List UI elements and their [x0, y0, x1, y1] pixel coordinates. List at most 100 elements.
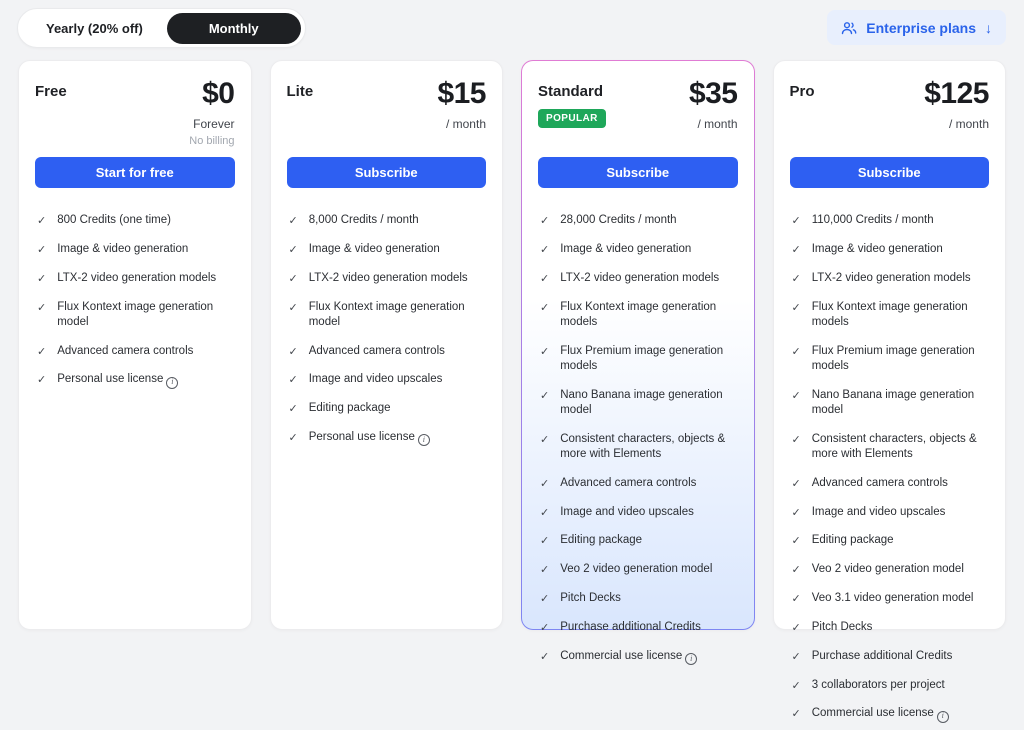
feature-item: ✓ Advanced camera controls: [35, 338, 235, 367]
feature-item: ✓ 8,000 Credits / month: [287, 207, 487, 236]
check-icon: ✓: [540, 243, 550, 256]
feature-item: ✓ Advanced camera controls: [538, 470, 738, 499]
feature-item: ✓ Purchase additional Credits: [790, 643, 990, 672]
feature-item: ✓ 110,000 Credits / month: [790, 207, 990, 236]
toggle-yearly[interactable]: Yearly (20% off): [22, 13, 167, 44]
feature-item: ✓ Flux Premium image generation models: [538, 338, 738, 382]
check-icon: ✓: [540, 389, 550, 402]
info-icon[interactable]: i: [685, 653, 698, 666]
plan-card: Lite $15 / month Subscribe ✓ 8,000 Credi…: [269, 60, 503, 630]
feature-item: ✓ Image and video upscales: [538, 499, 738, 528]
plan-price-block: $15 / month: [437, 77, 486, 157]
feature-text: Image & video generation: [308, 242, 440, 255]
plan-subnote: No billing: [189, 135, 235, 147]
plan-period: / month: [697, 117, 738, 131]
feature-item: ✓ Veo 2 video generation model: [790, 556, 990, 585]
billing-period-toggle: Yearly (20% off) Monthly: [17, 8, 306, 48]
check-icon: ✓: [540, 301, 550, 314]
plan-price: $15: [437, 77, 486, 110]
feature-list: ✓ 110,000 Credits / month ✓ Image & vide…: [790, 207, 990, 730]
enterprise-plans-button[interactable]: Enterprise plans ↓: [827, 10, 1006, 45]
feature-item: ✓ Image & video generation: [538, 236, 738, 265]
feature-item: ✓ Flux Kontext image generation models: [538, 294, 738, 338]
feature-item: ✓ Image & video generation: [287, 236, 487, 265]
check-icon: ✓: [288, 272, 298, 285]
check-icon: ✓: [540, 506, 550, 519]
info-icon[interactable]: i: [166, 376, 179, 389]
plan-card: Pro $125 / month Subscribe ✓ 110,000 Cre…: [772, 60, 1006, 723]
arrow-down-icon: ↓: [985, 19, 992, 36]
plan-header: Pro $125 / month: [790, 77, 990, 157]
feature-text: Image and video upscales: [811, 505, 946, 518]
feature-text: Consistent characters, objects & more wi…: [811, 432, 977, 461]
feature-item: ✓ Flux Premium image generation models: [790, 338, 990, 382]
feature-text: Nano Banana image generation model: [811, 388, 975, 417]
feature-item: ✓ Consistent characters, objects & more …: [538, 426, 738, 470]
check-icon: ✓: [37, 215, 47, 227]
feature-text: 800 Credits (one time): [57, 214, 171, 226]
feature-item: ✓ Editing package: [538, 527, 738, 556]
plan-price: $35: [688, 77, 738, 110]
check-icon: ✓: [791, 477, 801, 490]
feature-text: 8,000 Credits / month: [308, 214, 419, 226]
check-icon: ✓: [791, 708, 801, 721]
feature-item: ✓ Image and video upscales: [287, 366, 487, 395]
feature-text: Flux Kontext image generation model: [308, 300, 465, 329]
feature-item: ✓ Veo 2 video generation model: [538, 556, 738, 585]
info-icon[interactable]: i: [936, 710, 949, 723]
feature-text: Purchase additional Credits: [811, 649, 953, 662]
plan-cta-button[interactable]: Start for free: [35, 157, 235, 188]
feature-text: Editing package: [560, 534, 643, 547]
check-icon: ✓: [37, 272, 47, 285]
check-icon: ✓: [791, 389, 801, 402]
feature-item: ✓ Commercial use license i: [538, 643, 738, 672]
feature-text: Advanced camera controls: [560, 476, 697, 489]
feature-item: ✓ Consistent characters, objects & more …: [790, 426, 990, 470]
plan-header: Free $0 Forever No billing: [35, 77, 235, 157]
check-icon: ✓: [540, 535, 550, 548]
feature-text: Image and video upscales: [560, 505, 694, 518]
feature-text: Image & video generation: [560, 242, 692, 255]
toggle-monthly[interactable]: Monthly: [166, 12, 301, 44]
plan-name: Free: [35, 83, 67, 100]
check-icon: ✓: [540, 621, 550, 634]
feature-item: ✓ Advanced camera controls: [287, 338, 487, 367]
feature-item: ✓ Image & video generation: [35, 236, 235, 265]
plan-price-block: $0 Forever No billing: [189, 77, 235, 157]
feature-text: Advanced camera controls: [811, 476, 948, 489]
plan-name: Standard: [538, 83, 604, 100]
plan-cta-button[interactable]: Subscribe: [789, 157, 989, 188]
feature-item: ✓ Image & video generation: [790, 236, 990, 265]
feature-item: ✓ Pitch Decks: [790, 614, 990, 643]
plan-price: $0: [202, 77, 235, 110]
plan-period: Forever: [193, 117, 235, 131]
check-icon: ✓: [791, 433, 801, 446]
plan-name: Lite: [286, 83, 314, 100]
feature-text: Consistent characters, objects & more wi…: [560, 432, 726, 461]
feature-text: Pitch Decks: [560, 592, 621, 605]
check-icon: ✓: [288, 374, 298, 387]
feature-text: Advanced camera controls: [57, 344, 194, 357]
plan-card: Standard POPULAR $35 / month Subscribe ✓…: [521, 60, 755, 666]
check-icon: ✓: [37, 243, 47, 256]
feature-item: ✓ 3 collaborators per project: [790, 672, 990, 701]
feature-text: Editing package: [308, 402, 391, 415]
feature-item: ✓ Editing package: [790, 527, 990, 556]
feature-text: Personal use license: [57, 373, 164, 386]
plan-cta-button[interactable]: Subscribe: [286, 157, 486, 188]
feature-text: Purchase additional Credits: [560, 620, 701, 633]
feature-text: Editing package: [811, 534, 894, 547]
plan-header: Lite $15 / month: [287, 77, 487, 157]
plan-header: Standard POPULAR $35 / month: [538, 77, 738, 157]
plan-title-block: Pro: [790, 77, 815, 157]
check-icon: ✓: [288, 215, 298, 227]
feature-text: Nano Banana image generation model: [560, 388, 723, 417]
feature-text: Commercial use license: [811, 707, 934, 720]
check-icon: ✓: [540, 215, 550, 227]
check-icon: ✓: [791, 301, 801, 314]
feature-text: LTX-2 video generation models: [560, 271, 720, 284]
info-icon[interactable]: i: [417, 434, 430, 447]
check-icon: ✓: [540, 593, 550, 606]
feature-item: ✓ Flux Kontext image generation models: [790, 294, 990, 338]
plan-cta-button[interactable]: Subscribe: [538, 157, 738, 188]
